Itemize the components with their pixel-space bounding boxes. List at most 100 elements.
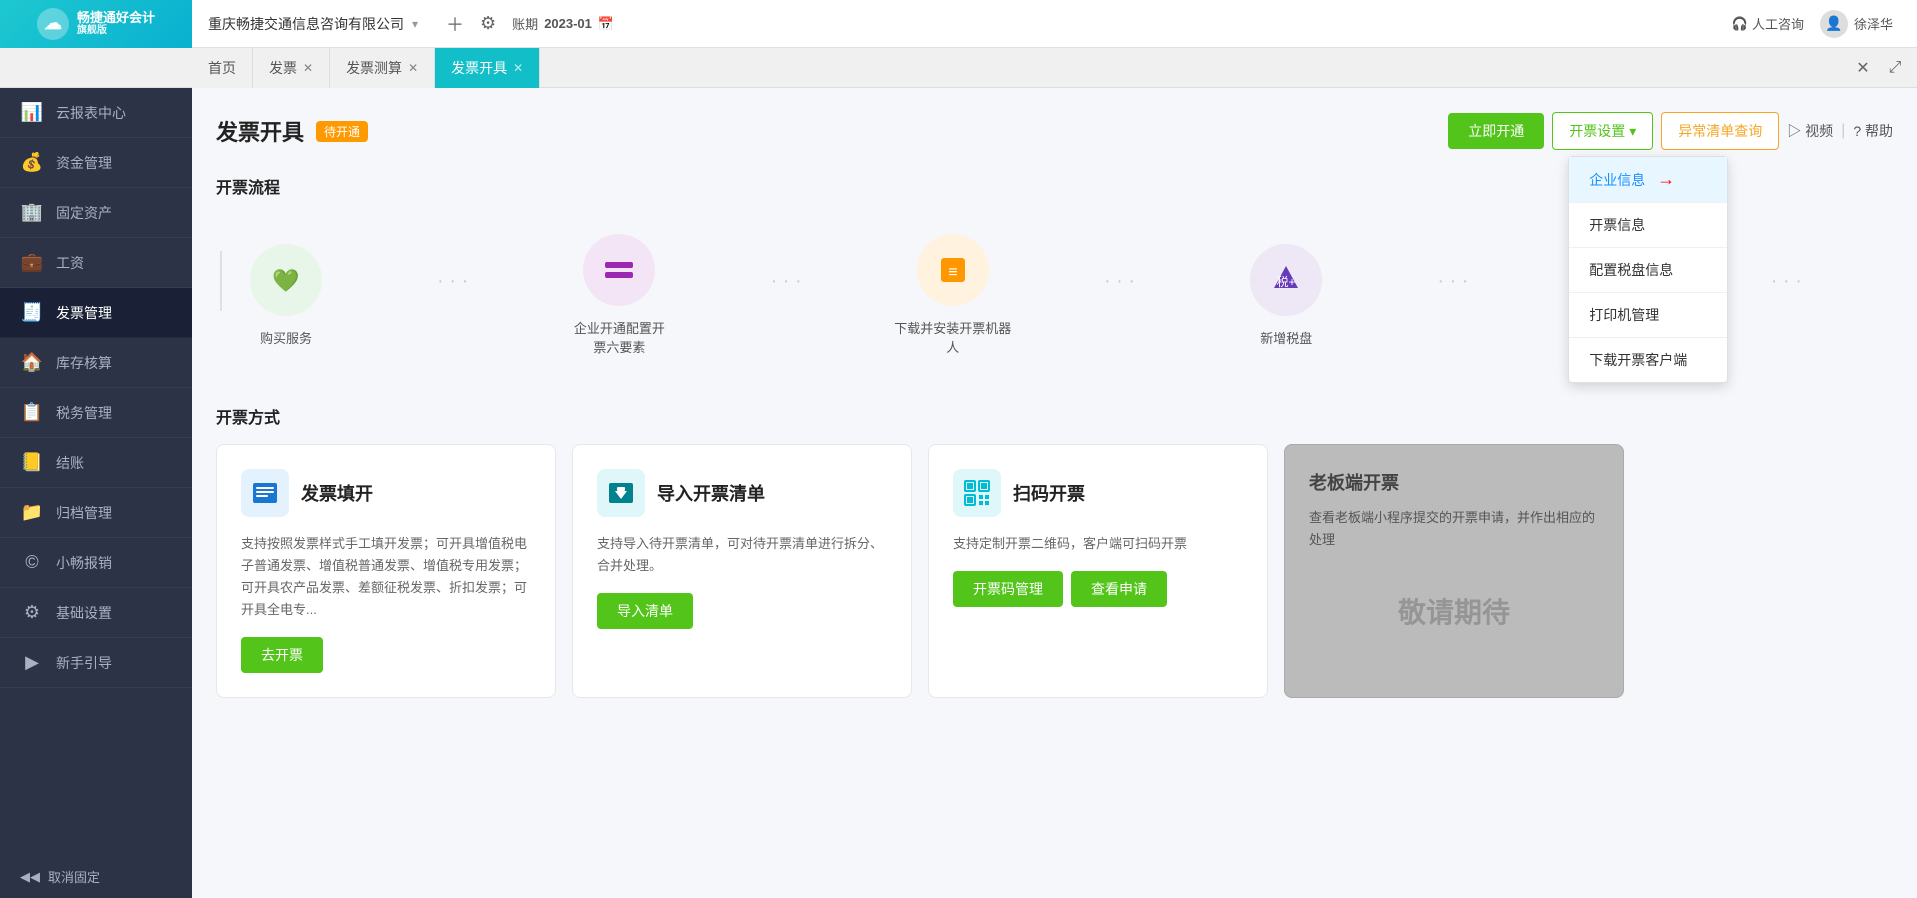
sidebar-item-invoice-label: 发票管理 xyxy=(56,303,112,323)
tab-invoice-calc[interactable]: 发票测算 ✕ xyxy=(330,48,435,88)
sidebar-item-invoice[interactable]: 🧾 发票管理 xyxy=(0,288,192,338)
flow-step-3: ≡ 下载并安装开票机器人 xyxy=(893,234,1013,356)
billing-card-boss-desc: 查看老板端小程序提交的开票申请，并作出相应的处理 xyxy=(1309,507,1599,551)
flow-label-1: 购买服务 xyxy=(260,328,312,347)
user-icon: 👤 xyxy=(1825,15,1842,32)
tab-invoice[interactable]: 发票 ✕ xyxy=(253,48,330,88)
tab-invoice-close[interactable]: ✕ xyxy=(303,61,313,75)
tab-home[interactable]: 首页 xyxy=(192,48,253,88)
inventory-icon: 🏠 xyxy=(20,352,44,373)
settings-icon[interactable]: ⚙ xyxy=(480,13,496,34)
invoice-icon: 🧾 xyxy=(20,302,44,323)
guide-icon: ▶ xyxy=(20,652,44,673)
tab-invoice-open-label: 发票开具 xyxy=(451,58,507,78)
billing-card-import-title: 导入开票清单 xyxy=(657,480,765,506)
sidebar-item-funds-label: 资金管理 xyxy=(56,153,112,173)
page-title-area: 发票开具 待开通 xyxy=(216,115,368,147)
tab-invoice-calc-label: 发票测算 xyxy=(346,58,402,78)
sidebar-item-archive-label: 归档管理 xyxy=(56,503,112,523)
sidebar-item-payroll[interactable]: 💼 工资 xyxy=(0,238,192,288)
billing-card-import: 导入开票清单 支持导入待开票清单，可对待开票清单进行拆分、合并处理。 导入清单 xyxy=(572,444,912,698)
fill-go-button[interactable]: 去开票 xyxy=(241,637,323,673)
calendar-icon: 📅 xyxy=(598,16,614,32)
flow-step-2: 企业开通配置开票六要素 xyxy=(559,234,679,356)
flow-icon-1: 💚 xyxy=(250,244,322,316)
abnormal-button[interactable]: 异常清单查询 xyxy=(1661,112,1779,150)
flow-divider-left xyxy=(220,251,222,311)
dropdown-item-invoice-info[interactable]: 开票信息 xyxy=(1569,203,1727,248)
sidebar-item-reports[interactable]: 📊 云报表中心 xyxy=(0,88,192,138)
billing-card-fill-desc: 支持按照发票样式手工填开发票；可开具增值税电子普通发票、增值税普通发票、增值税专… xyxy=(241,533,531,621)
flow-icon-3: ≡ xyxy=(917,234,989,306)
sidebar-item-expense[interactable]: © 小畅报销 xyxy=(0,538,192,588)
user-area[interactable]: 👤 徐泽华 xyxy=(1820,10,1893,38)
import-list-button[interactable]: 导入清单 xyxy=(597,593,693,629)
sidebar-item-guide-label: 新手引导 xyxy=(56,653,112,673)
red-arrow-icon: → xyxy=(1657,169,1675,190)
question-icon: ? xyxy=(1853,123,1865,139)
dropdown-item-client[interactable]: 下载开票客户端 xyxy=(1569,338,1727,382)
video-button[interactable]: ▷ 视频 xyxy=(1787,121,1833,141)
sidebar-item-inventory[interactable]: 🏠 库存核算 xyxy=(0,338,192,388)
flow-step-4: 税+ 新增税盘 xyxy=(1226,244,1346,347)
dropdown-invoice-info-label: 开票信息 xyxy=(1589,217,1645,233)
avatar: 👤 xyxy=(1820,10,1848,38)
billing-card-import-header: 导入开票清单 xyxy=(597,469,887,517)
tab-invoice-calc-close[interactable]: ✕ xyxy=(408,61,418,75)
settings-sidebar-icon: ⚙ xyxy=(20,602,44,623)
page-title: 发票开具 xyxy=(216,115,304,147)
view-apply-button[interactable]: 查看申请 xyxy=(1071,571,1167,607)
chevron-down-icon: ▾ xyxy=(1629,123,1636,140)
sidebar-item-guide[interactable]: ▶ 新手引导 xyxy=(0,638,192,688)
activate-button[interactable]: 立即开通 xyxy=(1448,113,1544,149)
sidebar-bottom-label: 取消固定 xyxy=(48,867,100,886)
help-button[interactable]: ? 帮助 xyxy=(1853,121,1893,141)
settings-button[interactable]: 开票设置 ▾ xyxy=(1552,112,1653,150)
dropdown-company-label: 企业信息 xyxy=(1589,172,1645,188)
sidebar-item-archive[interactable]: 📁 归档管理 xyxy=(0,488,192,538)
tab-home-label: 首页 xyxy=(208,58,236,78)
billing-card-fill: 发票填开 支持按照发票样式手工填开发票；可开具增值税电子普通发票、增值税普通发票… xyxy=(216,444,556,698)
dropdown-item-printer[interactable]: 打印机管理 xyxy=(1569,293,1727,338)
company-selector[interactable]: 重庆畅捷交通信息咨询有限公司 ▾ xyxy=(192,14,434,34)
billing-card-scan-desc: 支持定制开票二维码，客户端可扫码开票 xyxy=(953,533,1243,555)
sidebar-unpin-button[interactable]: ◀◀ 取消固定 xyxy=(0,855,192,898)
page-header: 发票开具 待开通 立即开通 开票设置 ▾ 异常清单查询 ▷ 视频 | ? 帮助 xyxy=(216,112,1893,150)
flow-label-2: 企业开通配置开票六要素 xyxy=(569,318,669,356)
billing-section-title: 开票方式 xyxy=(216,404,1893,428)
sidebar-item-inventory-label: 库存核算 xyxy=(56,353,112,373)
sidebar-item-expense-label: 小畅报销 xyxy=(56,553,112,573)
dropdown-printer-label: 打印机管理 xyxy=(1589,307,1659,323)
dropdown-tax-disk-label: 配置税盘信息 xyxy=(1589,262,1673,278)
topbar-right: 🎧 人工咨询 👤 徐泽华 xyxy=(1732,10,1917,38)
sidebar-item-funds[interactable]: 💰 资金管理 xyxy=(0,138,192,188)
billing-methods-list: 发票填开 支持按照发票样式手工填开发票；可开具增值税电子普通发票、增值税普通发票… xyxy=(216,444,1893,698)
settings-button-label: 开票设置 xyxy=(1569,121,1625,141)
maximize-window-button[interactable]: ⤢ xyxy=(1881,54,1909,82)
tax-icon: 📋 xyxy=(20,402,44,423)
dropdown-item-company[interactable]: 企业信息 → xyxy=(1569,157,1727,203)
close-window-button[interactable]: ✕ xyxy=(1849,54,1877,82)
dropdown-item-tax-disk[interactable]: 配置税盘信息 xyxy=(1569,248,1727,293)
sidebar-item-checkout[interactable]: 📒 结账 xyxy=(0,438,192,488)
company-name: 重庆畅捷交通信息咨询有限公司 xyxy=(208,14,404,34)
checkout-icon: 📒 xyxy=(20,452,44,473)
add-icon[interactable]: ＋ xyxy=(446,11,464,37)
sidebar-item-settings[interactable]: ⚙ 基础设置 xyxy=(0,588,192,638)
play-icon: ▷ xyxy=(1787,123,1805,139)
sidebar-item-assets-label: 固定资产 xyxy=(56,203,112,223)
billing-card-import-actions: 导入清单 xyxy=(597,593,887,629)
sidebar-item-assets[interactable]: 🏢 固定资产 xyxy=(0,188,192,238)
sidebar-item-settings-label: 基础设置 xyxy=(56,603,112,623)
dropdown-client-label: 下载开票客户端 xyxy=(1589,352,1687,368)
billing-card-scan: 扫码开票 支持定制开票二维码，客户端可扫码开票 开票码管理 查看申请 xyxy=(928,444,1268,698)
tab-invoice-open-close[interactable]: ✕ xyxy=(513,61,523,75)
qrcode-manage-button[interactable]: 开票码管理 xyxy=(953,571,1063,607)
tab-invoice-open[interactable]: 发票开具 ✕ xyxy=(435,48,540,88)
assets-icon: 🏢 xyxy=(20,202,44,223)
expense-icon: © xyxy=(20,552,44,573)
consult-button[interactable]: 🎧 人工咨询 xyxy=(1732,14,1804,33)
sidebar-item-tax[interactable]: 📋 税务管理 xyxy=(0,388,192,438)
tab-invoice-label: 发票 xyxy=(269,58,297,78)
billing-card-boss: 老板端开票 查看老板端小程序提交的开票申请，并作出相应的处理 敬请期待 xyxy=(1284,444,1624,698)
